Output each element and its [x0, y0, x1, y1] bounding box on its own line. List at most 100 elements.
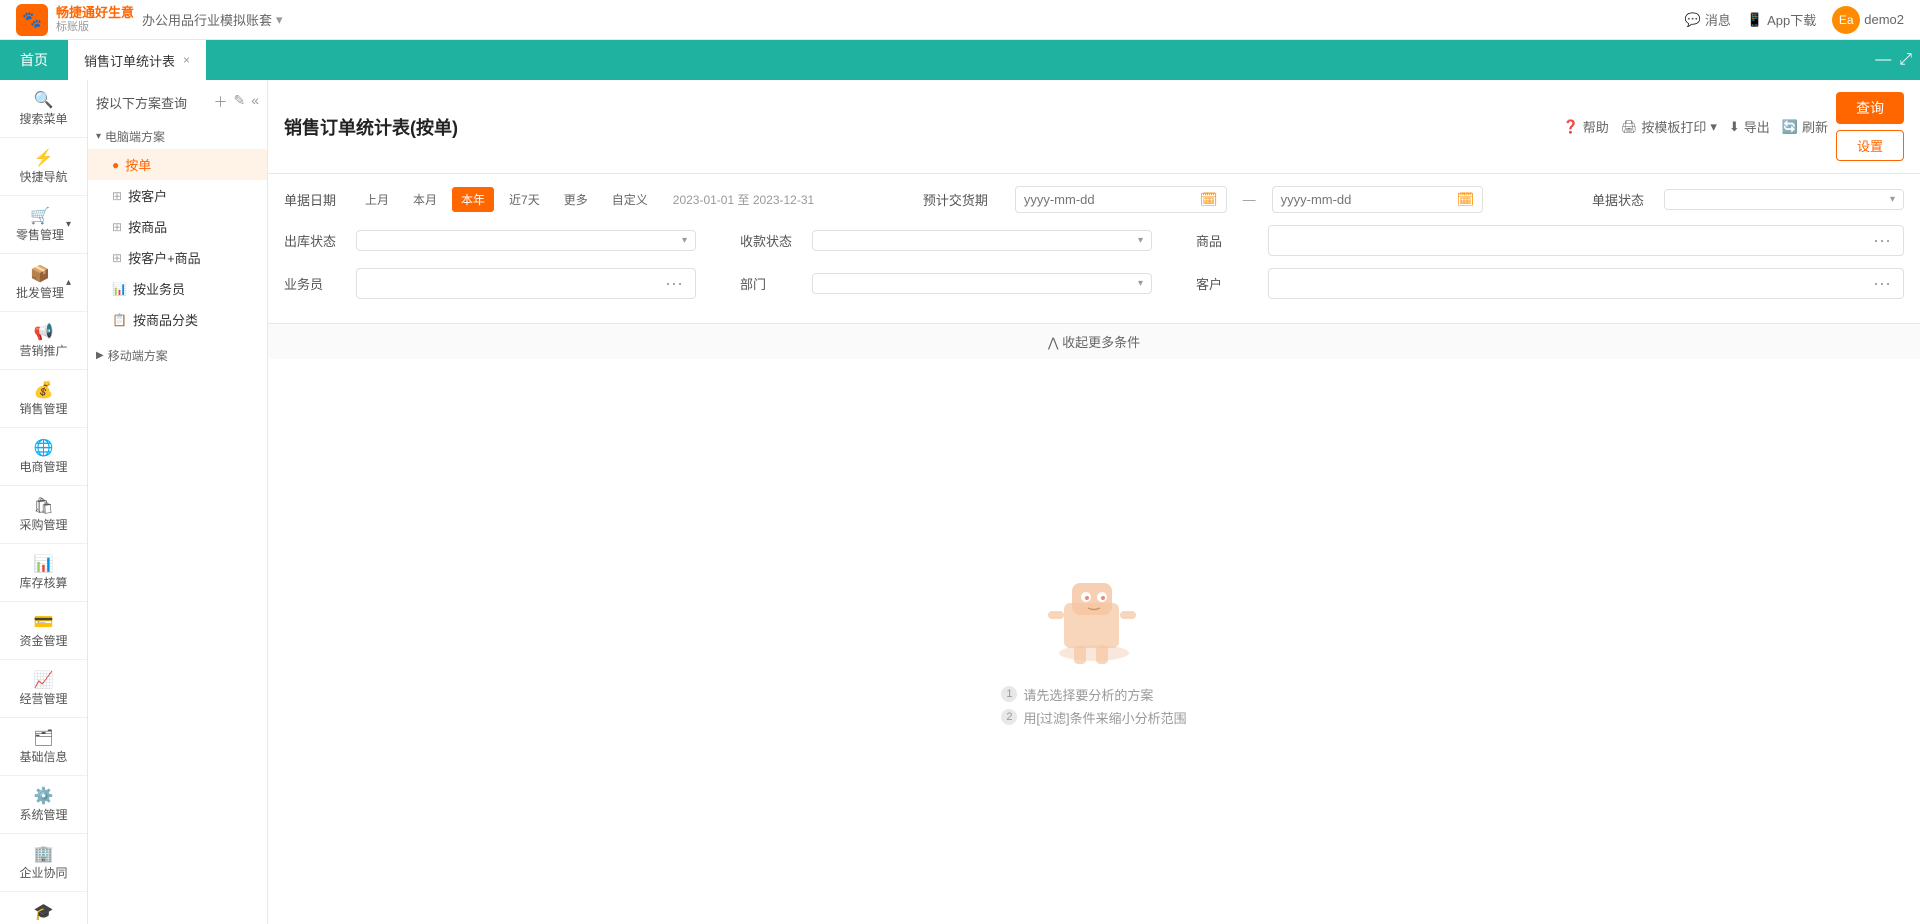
expected-delivery-end-input[interactable]: 🗓: [1272, 186, 1484, 213]
expected-delivery-end-field[interactable]: [1281, 192, 1457, 207]
empty-step-1: 1 请先选择要分析的方案: [1001, 685, 1186, 704]
sidebar-item-finance[interactable]: 💳 资金管理: [0, 602, 87, 660]
date-btn-this-month[interactable]: 本月: [404, 187, 446, 212]
scheme-item-by-salesperson[interactable]: 📊 按业务员: [88, 273, 267, 304]
top-bar-left: 🐾 畅捷通好生意 标账版 办公用品行业模拟账套 ▾: [16, 4, 283, 36]
customer-select[interactable]: ···: [1268, 268, 1904, 299]
bill-status-select[interactable]: ▾: [1664, 189, 1904, 210]
sidebar-item-sales[interactable]: 💰 销售管理: [0, 370, 87, 428]
sidebar-item-purchase[interactable]: 🛍 采购管理: [0, 486, 87, 544]
date-btn-last-month[interactable]: 上月: [356, 187, 398, 212]
retail-arrow-icon: ▾: [66, 219, 71, 230]
sidebar-item-newbie[interactable]: 🎓 新手引导: [0, 892, 87, 924]
tab-minimize-icon[interactable]: —: [1875, 51, 1891, 69]
app-download-label: App下载: [1767, 10, 1816, 29]
calendar-end-icon[interactable]: 🗓: [1457, 191, 1475, 208]
scheme-item-by-order[interactable]: ● 按单: [88, 149, 267, 180]
refresh-btn[interactable]: 🔄 刷新: [1782, 117, 1828, 136]
sidebar-item-inventory[interactable]: 📊 库存核算: [0, 544, 87, 602]
goods-label: 商品: [1196, 231, 1256, 250]
export-btn[interactable]: ⬇ 导出: [1729, 117, 1770, 136]
scheme-item-by-goods-category[interactable]: 📋 按商品分类: [88, 304, 267, 335]
tab-sales-order[interactable]: 销售订单统计表 ×: [68, 40, 206, 80]
expected-delivery-start-input[interactable]: 🗓: [1015, 186, 1227, 213]
message-action[interactable]: 💬 消息: [1685, 10, 1731, 29]
top-bar-right: 💬 消息 📱 App下载 Ea demo2: [1685, 6, 1904, 34]
date-btn-more[interactable]: 更多: [555, 187, 597, 212]
message-icon: 💬: [1685, 12, 1701, 28]
breadcrumb-dropdown-icon[interactable]: ▾: [276, 12, 283, 28]
date-btn-this-year[interactable]: 本年: [452, 187, 494, 212]
sidebar-item-enterprise[interactable]: 🏢 企业协同: [0, 834, 87, 892]
scheme-item-by-goods[interactable]: ⊞ 按商品: [88, 211, 267, 242]
payment-status-select[interactable]: ▾: [812, 230, 1152, 251]
customer-more-icon[interactable]: ···: [1869, 273, 1895, 294]
bill-status-label: 单据状态: [1592, 190, 1652, 209]
scheme-edit-icon[interactable]: ✎: [233, 92, 245, 112]
department-select[interactable]: ▾: [812, 273, 1152, 294]
step-1-num: 1: [1001, 686, 1017, 702]
scheme-group-desktop-title[interactable]: ▾ 电脑端方案: [88, 124, 267, 149]
scheme-item-by-customer-goods-label: 按客户+商品: [128, 248, 201, 267]
breadcrumb[interactable]: 办公用品行业模拟账套 ▾: [142, 10, 283, 29]
tab-close-icon[interactable]: ×: [183, 53, 190, 67]
sidebar-item-ecommerce[interactable]: 🌐 电商管理: [0, 428, 87, 486]
template-print-label: 按模板打印: [1641, 117, 1706, 136]
date-btn-last-7-days[interactable]: 近7天: [500, 187, 549, 212]
sidebar-item-quick-nav[interactable]: ⚡ 快捷导航: [0, 138, 87, 196]
refresh-icon: 🔄: [1782, 119, 1798, 135]
refresh-label: 刷新: [1802, 117, 1828, 136]
scheme-item-by-customer[interactable]: ⊞ 按客户: [88, 180, 267, 211]
sidebar-item-marketing[interactable]: 📢 营销推广: [0, 312, 87, 370]
user-menu[interactable]: Ea demo2: [1832, 6, 1904, 34]
sidebar-item-search[interactable]: 🔍 搜索菜单: [0, 80, 87, 138]
settings-button[interactable]: 设置: [1836, 130, 1904, 161]
app-name: 畅捷通好生意: [56, 5, 134, 21]
scheme-group-mobile-label: 移动端方案: [108, 347, 168, 364]
action-buttons: 查询 设置: [1836, 92, 1904, 161]
page-title: 销售订单统计表(按单): [284, 114, 458, 140]
scheme-group-mobile-title[interactable]: ▶ 移动端方案: [88, 343, 267, 368]
collapse-icon: ⋀: [1048, 335, 1059, 350]
date-btn-custom[interactable]: 自定义: [603, 187, 657, 212]
salesperson-more-icon[interactable]: ···: [661, 273, 687, 294]
sidebar-item-wholesale[interactable]: 📦 批发管理 ▴: [0, 254, 87, 312]
tab-home[interactable]: 首页: [0, 40, 68, 80]
page-title-row: 销售订单统计表(按单) ❓ 帮助 🖨 按模板打印 ▾: [284, 92, 1904, 161]
right-panel: 销售订单统计表(按单) ❓ 帮助 🖨 按模板打印 ▾: [268, 80, 1920, 924]
scheme-panel: 按以下方案查询 ＋ ✎ « ▾ 电脑端方案 ● 按单 ⊞: [88, 80, 268, 924]
app-subtitle: 标账版: [56, 21, 134, 34]
filter-row-2: 出库状态 ▾ 收款状态 ▾ 商品 ···: [284, 225, 1904, 256]
expected-delivery-start-field[interactable]: [1024, 192, 1200, 207]
tab-bar-actions: — ⤢: [1875, 51, 1920, 69]
query-button[interactable]: 查询: [1836, 92, 1904, 124]
goods-more-icon[interactable]: ···: [1869, 230, 1895, 251]
empty-steps: 1 请先选择要分析的方案 2 用[过滤]条件来缩小分析范围: [1001, 681, 1186, 731]
sidebar-item-basics[interactable]: 🗂 基础信息: [0, 718, 87, 776]
sidebar-item-system[interactable]: ⚙️ 系统管理: [0, 776, 87, 834]
filter-row-1: 单据日期 上月 本月 本年 近7天 更多 自定义 2023-01-01 至 20…: [284, 186, 1904, 213]
app-download-action[interactable]: 📱 App下载: [1747, 10, 1816, 29]
help-btn[interactable]: ❓ 帮助: [1563, 117, 1609, 136]
avatar-text: Ea: [1839, 13, 1854, 27]
message-label: 消息: [1705, 10, 1731, 29]
template-print-btn[interactable]: 🖨 按模板打印 ▾: [1621, 117, 1717, 136]
tab-maximize-icon[interactable]: ⤢: [1899, 51, 1912, 69]
calendar-start-icon[interactable]: 🗓: [1200, 191, 1218, 208]
bill-status-chevron: ▾: [1890, 194, 1895, 205]
sidebar-item-operations[interactable]: 📈 经营管理: [0, 660, 87, 718]
main-layout: 🔍 搜索菜单 ⚡ 快捷导航 🛒 零售管理 ▾ 📦 批发管理 ▴ 📢 营销推广: [0, 80, 1920, 924]
goods-select[interactable]: ···: [1268, 225, 1904, 256]
scheme-add-icon[interactable]: ＋: [213, 92, 227, 112]
filter-area: 单据日期 上月 本月 本年 近7天 更多 自定义 2023-01-01 至 20…: [268, 174, 1920, 323]
scheme-item-by-customer-goods[interactable]: ⊞ 按客户+商品: [88, 242, 267, 273]
salesperson-select[interactable]: ···: [356, 268, 696, 299]
step-2-num: 2: [1001, 709, 1017, 725]
empty-illustration: [1034, 553, 1154, 673]
scheme-item-by-goods-label: 按商品: [128, 217, 167, 236]
scheme-item-by-salesperson-label: 按业务员: [133, 279, 185, 298]
ship-status-select[interactable]: ▾: [356, 230, 696, 251]
collapse-bar[interactable]: ⋀ 收起更多条件: [268, 323, 1920, 359]
scheme-collapse-icon[interactable]: «: [251, 92, 259, 112]
sidebar-item-retail[interactable]: 🛒 零售管理 ▾: [0, 196, 87, 254]
